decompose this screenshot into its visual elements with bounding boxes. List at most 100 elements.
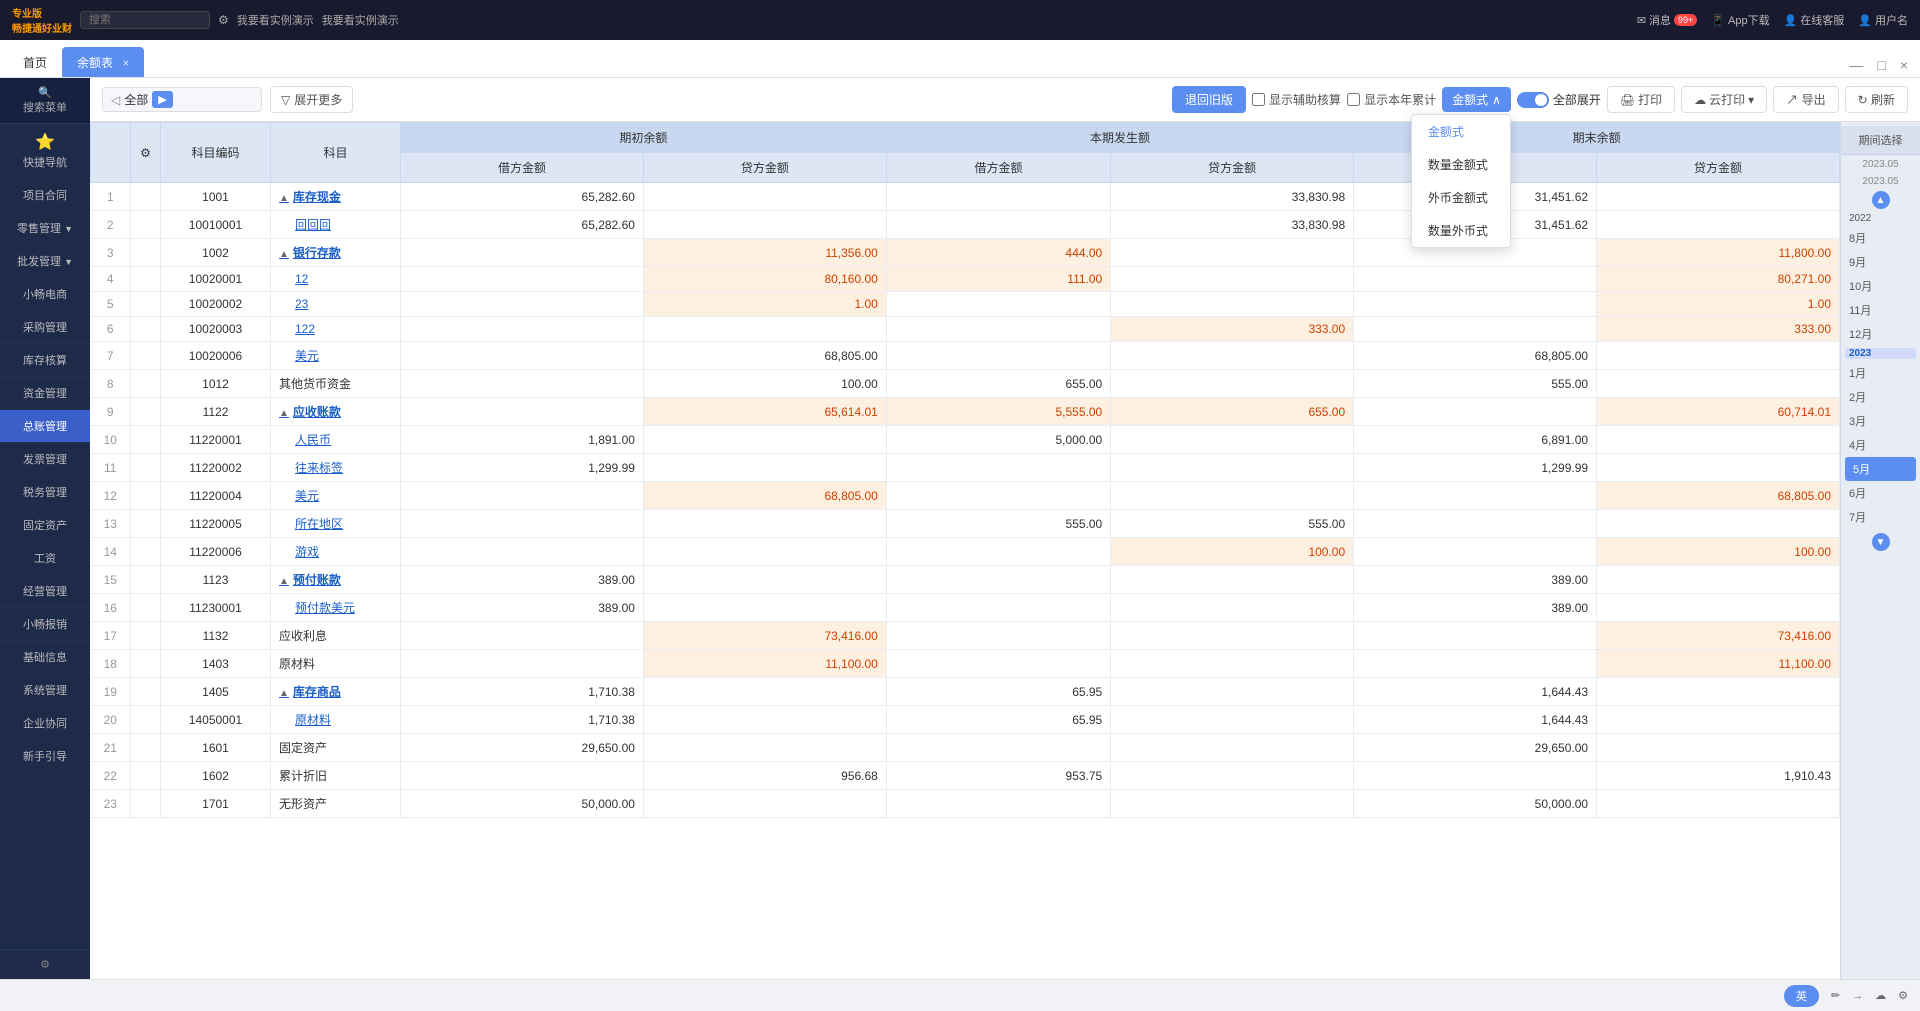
- month-12[interactable]: 12月: [1841, 322, 1920, 346]
- status-edit-icon[interactable]: ✏: [1831, 989, 1840, 1002]
- cell-name[interactable]: 游戏: [271, 538, 401, 566]
- dropdown-qty-amount[interactable]: 数量金额式: [1412, 148, 1510, 181]
- window-minimize-btn[interactable]: —: [1845, 53, 1867, 77]
- cell-name[interactable]: 预付款美元: [271, 594, 401, 622]
- sidebar-item-retail[interactable]: 零售管理 ▼: [0, 212, 90, 245]
- status-cloud-icon[interactable]: ☁: [1875, 989, 1886, 1002]
- toggle-switch[interactable]: [1517, 92, 1549, 108]
- status-settings-icon[interactable]: ⚙: [1898, 989, 1908, 1002]
- cell-name[interactable]: 美元: [271, 342, 401, 370]
- sidebar-item-salary[interactable]: 工资: [0, 542, 90, 575]
- sidebar-item-ecommerce[interactable]: 小畅电商: [0, 278, 90, 311]
- cell-name[interactable]: 12: [271, 267, 401, 292]
- sidebar-item-wholesale[interactable]: 批发管理 ▼: [0, 245, 90, 278]
- month-8[interactable]: 8月: [1841, 226, 1920, 250]
- message-btn[interactable]: ✉ 消息 99+: [1637, 12, 1698, 28]
- table-row[interactable]: 151123▲预付账款389.00389.00: [91, 566, 1840, 594]
- cell-name[interactable]: 23: [271, 292, 401, 317]
- settings-gear-icon[interactable]: ⚙: [140, 146, 151, 160]
- sidebar-item-invoice[interactable]: 发票管理: [0, 443, 90, 476]
- sidebar-settings-btn[interactable]: ⚙: [0, 949, 90, 979]
- table-row[interactable]: 221602累计折旧956.68953.751,910.43: [91, 762, 1840, 790]
- table-row[interactable]: 710020006美元68,805.0068,805.00: [91, 342, 1840, 370]
- table-row[interactable]: 4100200011280,160.00111.0080,271.00: [91, 267, 1840, 292]
- sidebar-item-quick-nav[interactable]: ⭐ 快捷导航: [0, 124, 90, 179]
- table-row[interactable]: 1611230001预付款美元389.00389.00: [91, 594, 1840, 622]
- cell-name[interactable]: ▲库存现金: [271, 183, 401, 211]
- demo-label[interactable]: 我要看实例演示: [237, 12, 314, 28]
- sidebar-item-fixed[interactable]: 固定资产: [0, 509, 90, 542]
- cell-name[interactable]: 122: [271, 317, 401, 342]
- table-row[interactable]: 231701无形资产50,000.0050,000.00: [91, 790, 1840, 818]
- period-down-btn[interactable]: ▼: [1872, 533, 1890, 551]
- window-close-btn[interactable]: ×: [1896, 53, 1912, 77]
- cell-name[interactable]: ▲库存商品: [271, 678, 401, 706]
- auxiliary-checkbox[interactable]: [1252, 93, 1265, 106]
- month-3[interactable]: 3月: [1841, 409, 1920, 433]
- sidebar-item-cooperation[interactable]: 企业协同: [0, 707, 90, 740]
- table-row[interactable]: 31002▲银行存款11,356.00444.0011,800.00: [91, 239, 1840, 267]
- col-header-settings[interactable]: ⚙: [131, 123, 161, 183]
- month-9[interactable]: 9月: [1841, 250, 1920, 274]
- sidebar-item-ledger[interactable]: 总账管理: [0, 410, 90, 443]
- amount-style-btn[interactable]: 金额式 ∧: [1442, 87, 1511, 112]
- status-lock-icon[interactable]: →: [1852, 990, 1863, 1002]
- month-6[interactable]: 6月: [1841, 481, 1920, 505]
- cell-name[interactable]: ▲银行存款: [271, 239, 401, 267]
- sidebar-item-inventory[interactable]: 库存核算: [0, 344, 90, 377]
- dropdown-amount[interactable]: 金额式: [1412, 115, 1510, 148]
- cell-name[interactable]: 往来标签: [271, 454, 401, 482]
- sidebar-item-capital[interactable]: 资金管理: [0, 377, 90, 410]
- top-search-input[interactable]: [80, 11, 210, 29]
- lang-toggle-btn[interactable]: 英: [1784, 985, 1819, 1007]
- sidebar-item-reports[interactable]: 小畅报销: [0, 608, 90, 641]
- cell-name[interactable]: 美元: [271, 482, 401, 510]
- cell-name[interactable]: 人民币: [271, 426, 401, 454]
- app-download-btn[interactable]: 📱 App下载: [1711, 12, 1769, 28]
- tab-close-btn[interactable]: ×: [122, 56, 129, 70]
- sidebar-item-purchase[interactable]: 采购管理: [0, 311, 90, 344]
- sidebar-search-btn[interactable]: 🔍 搜索菜单: [0, 78, 90, 124]
- month-5-active[interactable]: 5月: [1845, 457, 1916, 481]
- table-row[interactable]: 1311220005所在地区555.00555.00: [91, 510, 1840, 538]
- search-arrow-btn[interactable]: ▶: [152, 91, 172, 108]
- table-row[interactable]: 171132应收利息73,416.0073,416.00: [91, 622, 1840, 650]
- demo-text[interactable]: 我要看实例演示: [322, 12, 399, 28]
- table-row[interactable]: 2014050001原材料1,710.3865.951,644.43: [91, 706, 1840, 734]
- dropdown-foreign-amount[interactable]: 外币金额式: [1412, 181, 1510, 214]
- month-1[interactable]: 1月: [1841, 361, 1920, 385]
- cell-name[interactable]: 原材料: [271, 706, 401, 734]
- sidebar-item-system[interactable]: 系统管理: [0, 674, 90, 707]
- table-row[interactable]: 191405▲库存商品1,710.3865.951,644.43: [91, 678, 1840, 706]
- cell-name[interactable]: ▲应收账款: [271, 398, 401, 426]
- sidebar-item-tax[interactable]: 税务管理: [0, 476, 90, 509]
- table-row[interactable]: 510020002231.001.00: [91, 292, 1840, 317]
- cell-name[interactable]: 所在地区: [271, 510, 401, 538]
- table-row[interactable]: 81012其他货币资金100.00655.00555.00: [91, 370, 1840, 398]
- table-row[interactable]: 210010001回回回65,282.6033,830.9831,451.62: [91, 211, 1840, 239]
- cell-name[interactable]: ▲预付账款: [271, 566, 401, 594]
- month-4[interactable]: 4月: [1841, 433, 1920, 457]
- sidebar-item-operations[interactable]: 经营管理: [0, 575, 90, 608]
- sidebar-item-project[interactable]: 项目合同: [0, 179, 90, 212]
- return-old-btn[interactable]: 退回旧版: [1172, 86, 1246, 113]
- online-service-btn[interactable]: 👤 在线客服: [1784, 12, 1845, 28]
- table-row[interactable]: 1111220002往来标签1,299.991,299.99: [91, 454, 1840, 482]
- settings-icon[interactable]: ⚙: [218, 13, 229, 27]
- dropdown-qty-foreign[interactable]: 数量外币式: [1412, 214, 1510, 247]
- table-row[interactable]: 1411220006游戏100.00100.00: [91, 538, 1840, 566]
- show-auxiliary-check[interactable]: 显示辅助核算: [1252, 91, 1341, 108]
- month-7[interactable]: 7月: [1841, 505, 1920, 529]
- window-maximize-btn[interactable]: □: [1873, 53, 1889, 77]
- cell-name[interactable]: 回回回: [271, 211, 401, 239]
- table-row[interactable]: 1211220004美元68,805.0068,805.00: [91, 482, 1840, 510]
- expand-more-btn[interactable]: ▽ 展开更多: [270, 86, 353, 113]
- table-row[interactable]: 181403原材料11,100.0011,100.00: [91, 650, 1840, 678]
- table-row[interactable]: 610020003122333.00333.00: [91, 317, 1840, 342]
- tab-home[interactable]: 首页: [8, 47, 62, 77]
- ytd-checkbox[interactable]: [1347, 93, 1360, 106]
- period-up-btn[interactable]: ▲: [1872, 191, 1890, 209]
- table-row[interactable]: 11001▲库存现金65,282.6033,830.9831,451.62: [91, 183, 1840, 211]
- user-avatar[interactable]: 👤 用户名: [1858, 12, 1908, 28]
- table-row[interactable]: 1011220001人民币1,891.005,000.006,891.00: [91, 426, 1840, 454]
